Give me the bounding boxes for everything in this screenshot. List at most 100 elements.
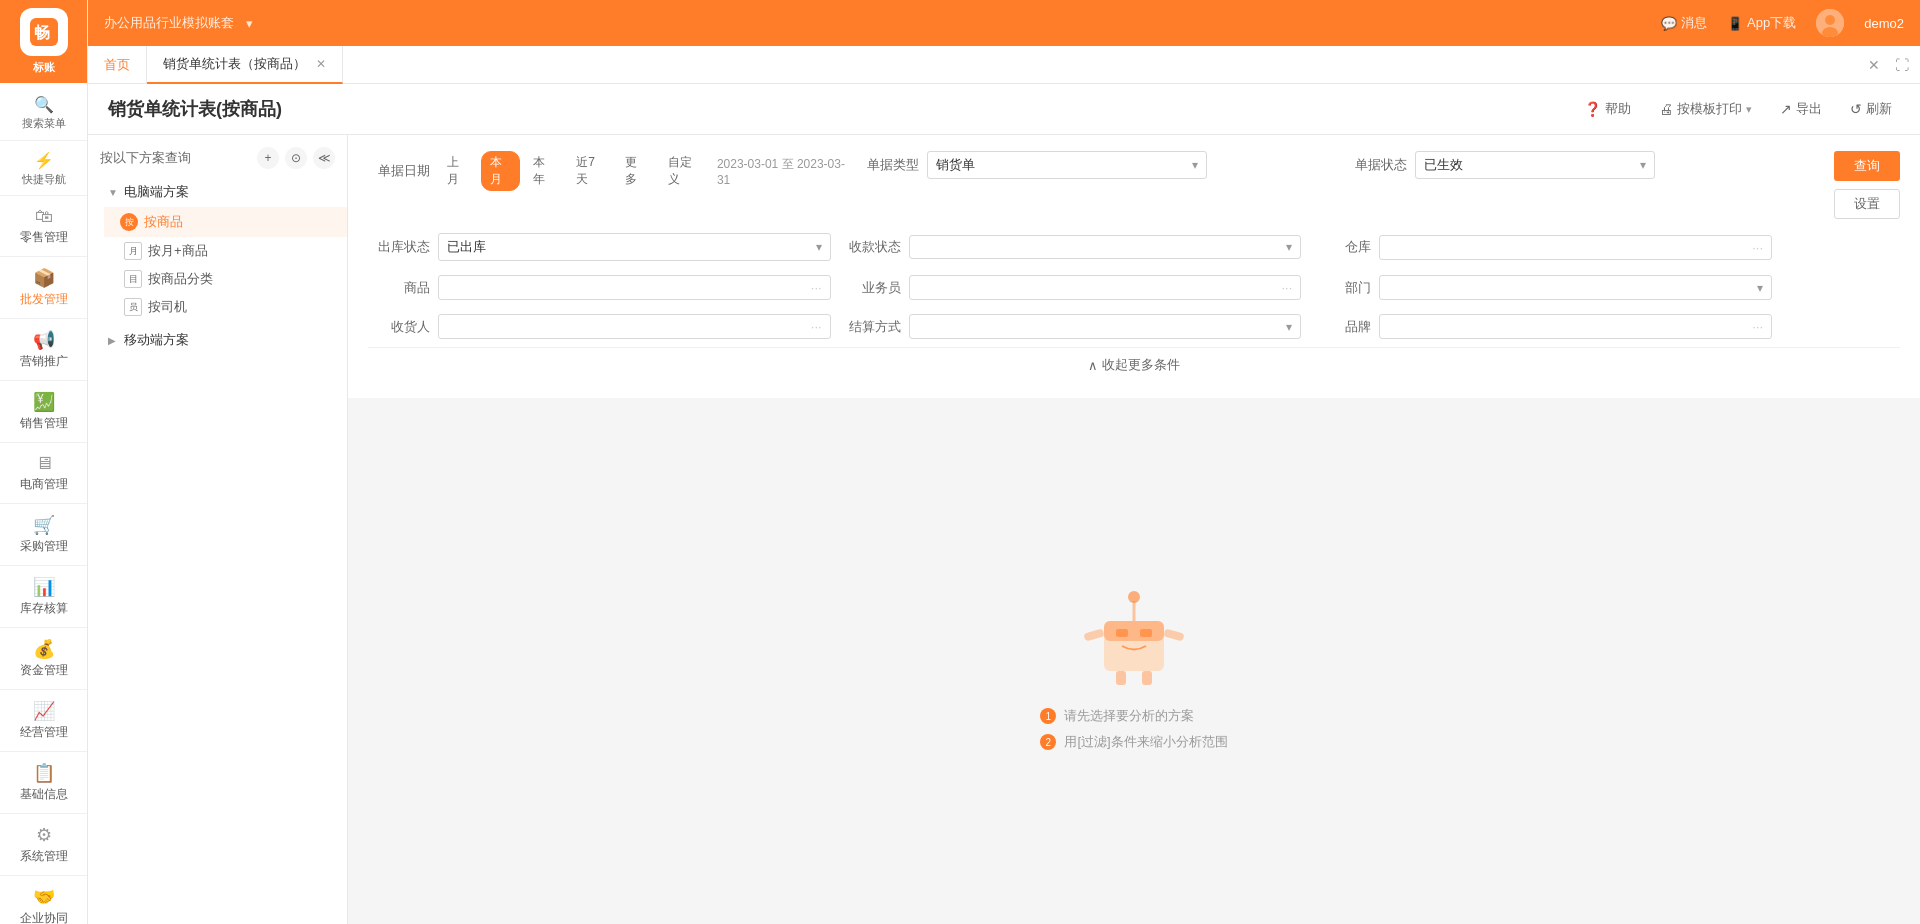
download-icon: 📱 — [1727, 16, 1743, 31]
receiver-more-icon[interactable]: ··· — [811, 319, 822, 334]
product-input[interactable]: ··· — [438, 275, 831, 300]
tree-item-by-month[interactable]: 月 按月+商品 — [104, 237, 347, 265]
date-btn-this-month[interactable]: 本月 — [481, 151, 520, 191]
date-btn-7days[interactable]: 近7天 — [567, 151, 612, 191]
tree-mobile-section[interactable]: ▶ 移动端方案 — [88, 325, 347, 355]
marketing-label: 营销推广 — [20, 353, 68, 370]
by-printer-label: 按司机 — [148, 298, 187, 316]
sidebar-item-ecommerce[interactable]: 🖥 电商管理 — [0, 443, 87, 504]
sidebar-item-retail[interactable]: 🛍 零售管理 — [0, 196, 87, 257]
staff-input[interactable]: ··· — [909, 275, 1302, 300]
collapse-panel-btn[interactable]: ≪ — [313, 147, 335, 169]
sidebar-item-sales[interactable]: 💹 销售管理 — [0, 381, 87, 443]
settings-btn[interactable]: 设置 — [1834, 189, 1900, 219]
warehouse-input[interactable]: ··· — [1379, 235, 1772, 260]
out-status-select[interactable]: 已出库 ▾ — [438, 233, 831, 261]
wholesale-icon: 📦 — [33, 267, 55, 289]
basic-label: 基础信息 — [20, 786, 68, 803]
tree-item-by-product[interactable]: 按 按商品 — [104, 207, 347, 237]
message-btn[interactable]: 💬 消息 — [1661, 14, 1707, 32]
user-avatar[interactable] — [1816, 9, 1844, 37]
sidebar-item-marketing[interactable]: 📢 营销推广 — [0, 319, 87, 381]
sidebar-item-operations[interactable]: 📈 经营管理 — [0, 690, 87, 752]
payment-arrow-icon: ▾ — [1286, 320, 1292, 334]
collect-status-select[interactable]: ▾ — [909, 235, 1302, 259]
product-more-icon[interactable]: ··· — [811, 280, 822, 295]
out-status-label: 出库状态 — [368, 238, 438, 256]
tree-item-by-cat[interactable]: 目 按商品分类 — [104, 265, 347, 293]
date-btn-more[interactable]: 更多 — [616, 151, 655, 191]
tab-sales-stats[interactable]: 销货单统计表（按商品） ✕ — [147, 46, 343, 84]
dept-select[interactable]: ▾ — [1379, 275, 1772, 300]
ecommerce-label: 电商管理 — [20, 476, 68, 493]
receiver-input[interactable]: ··· — [438, 314, 831, 339]
doc-status-select[interactable]: 已生效 ▾ — [1415, 151, 1655, 179]
maximize-window-btn[interactable]: ⛶ — [1892, 55, 1912, 75]
collect-status-filter: 收款状态 ▾ — [839, 235, 1302, 259]
product-filter: 商品 ··· — [368, 275, 831, 300]
sidebar-item-system[interactable]: ⚙ 系统管理 — [0, 814, 87, 876]
sidebar-item-wholesale[interactable]: 📦 批发管理 — [0, 257, 87, 319]
sidebar-item-basic[interactable]: 📋 基础信息 — [0, 752, 87, 814]
logo-area[interactable]: 畅 标账 — [0, 0, 87, 83]
company-dropdown-icon[interactable]: ▾ — [246, 16, 253, 31]
add-scheme-btn[interactable]: + — [257, 147, 279, 169]
tab-close-icon[interactable]: ✕ — [316, 57, 326, 71]
quicknav-label: 快捷导航 — [22, 172, 66, 186]
print-btn[interactable]: 🖨 按模板打印 ▾ — [1651, 96, 1760, 122]
warehouse-more-icon[interactable]: ··· — [1752, 240, 1763, 255]
date-btn-custom[interactable]: 自定义 — [659, 151, 709, 191]
purchase-label: 采购管理 — [20, 538, 68, 555]
sidebar-item-enterprise[interactable]: 🤝 企业协同 — [0, 876, 87, 924]
help-btn[interactable]: ❓ 帮助 — [1576, 96, 1639, 122]
date-label: 单据日期 — [368, 162, 438, 180]
export-btn[interactable]: ↗ 导出 — [1772, 96, 1830, 122]
empty-state-steps: 1 请先选择要分析的方案 2 用[过滤]条件来缩小分析范围 — [1040, 707, 1227, 759]
enterprise-icon: 🤝 — [33, 886, 55, 908]
right-panel: 单据日期 上月 本月 本年 近7天 更多 自定义 20 — [348, 135, 1920, 924]
sidebar-search-item[interactable]: 🔍 搜索菜单 — [0, 83, 87, 141]
brand-input[interactable]: ··· — [1379, 314, 1772, 339]
main-area: 1 请先选择要分析的方案 2 用[过滤]条件来缩小分析范围 — [348, 406, 1920, 924]
date-btn-last-month[interactable]: 上月 — [438, 151, 477, 191]
sidebar-item-stock[interactable]: 📊 库存核算 — [0, 566, 87, 628]
staff-more-icon[interactable]: ··· — [1282, 280, 1293, 295]
svg-text:畅: 畅 — [34, 24, 50, 41]
settings-scheme-btn[interactable]: ⊙ — [285, 147, 307, 169]
tab-window-controls: ✕ ⛶ — [1864, 55, 1912, 75]
help-icon: ❓ — [1584, 101, 1601, 117]
payment-select[interactable]: ▾ — [909, 314, 1302, 339]
left-panel: 按以下方案查询 + ⊙ ≪ ▼ 电脑端方案 按 按商品 — [88, 135, 348, 924]
close-window-btn[interactable]: ✕ — [1864, 55, 1884, 75]
sidebar-item-finance[interactable]: 💰 资金管理 — [0, 628, 87, 690]
date-btn-this-year[interactable]: 本年 — [524, 151, 563, 191]
left-panel-actions: + ⊙ ≪ — [257, 147, 335, 169]
enterprise-label: 企业协同 — [20, 910, 68, 924]
empty-state: 1 请先选择要分析的方案 2 用[过滤]条件来缩小分析范围 — [1040, 571, 1227, 759]
doc-type-select[interactable]: 销货单 ▾ — [927, 151, 1207, 179]
warehouse-filter: 仓库 ··· — [1309, 235, 1772, 260]
refresh-btn[interactable]: ↺ 刷新 — [1842, 96, 1900, 122]
query-button-group: 查询 设置 — [1834, 151, 1900, 219]
dept-label: 部门 — [1309, 279, 1379, 297]
tab-sales-stats-label: 销货单统计表（按商品） — [163, 55, 306, 73]
brand-more-icon[interactable]: ··· — [1752, 319, 1763, 334]
sidebar-quicknav-item[interactable]: ⚡ 快捷导航 — [0, 141, 87, 195]
filter-row-1: 单据日期 上月 本月 本年 近7天 更多 自定义 20 — [368, 151, 1900, 219]
collapse-bar[interactable]: ∧ 收起更多条件 — [368, 347, 1900, 382]
print-dropdown-icon[interactable]: ▾ — [1746, 103, 1752, 116]
staff-filter: 业务员 ··· — [839, 275, 1302, 300]
tab-bar: 首页 销货单统计表（按商品） ✕ ✕ ⛶ — [88, 46, 1920, 84]
operations-label: 经营管理 — [20, 724, 68, 741]
app-download-btn[interactable]: 📱 App下载 — [1727, 14, 1796, 32]
sidebar-item-purchase[interactable]: 🛒 采购管理 — [0, 504, 87, 566]
filter-area: 单据日期 上月 本月 本年 近7天 更多 自定义 20 — [348, 135, 1920, 398]
tree-pc-section[interactable]: ▼ 电脑端方案 — [88, 177, 347, 207]
svg-point-14 — [1128, 591, 1140, 603]
tab-home-label: 首页 — [104, 56, 130, 74]
tab-home[interactable]: 首页 — [88, 46, 147, 84]
wholesale-label: 批发管理 — [20, 291, 68, 308]
doc-status-value: 已生效 — [1424, 156, 1463, 174]
tree-item-by-printer[interactable]: 员 按司机 — [104, 293, 347, 321]
query-btn[interactable]: 查询 — [1834, 151, 1900, 181]
